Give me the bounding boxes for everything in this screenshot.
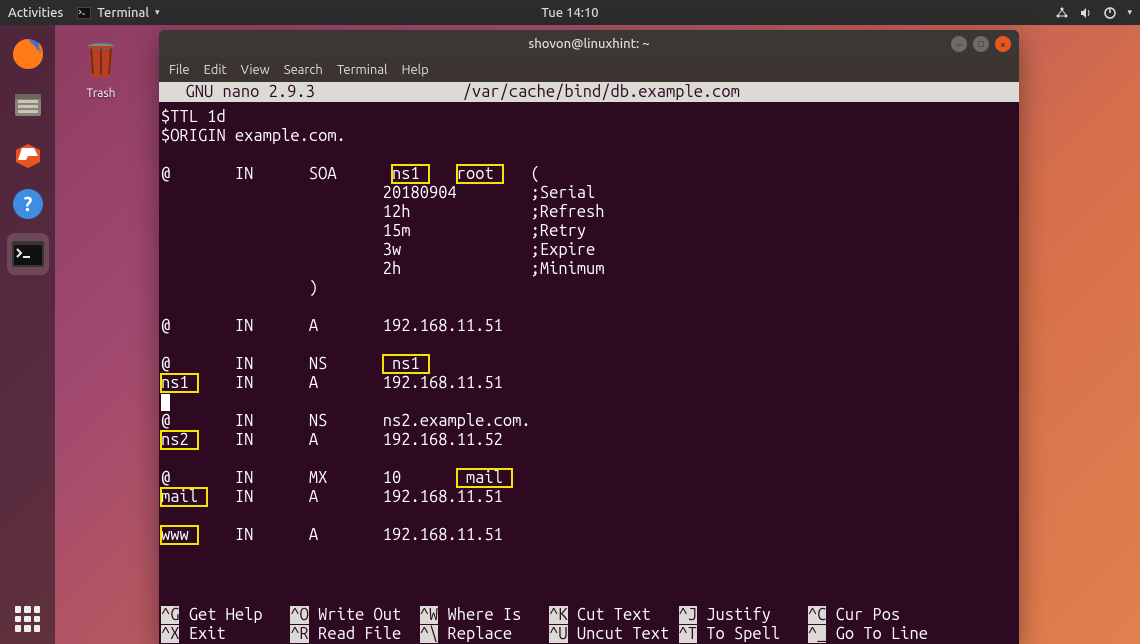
dock: ? xyxy=(0,25,55,644)
terminal-window: shovon@linuxhint: ~ – □ × File Edit View… xyxy=(159,30,1019,644)
chevron-down-icon: ▾ xyxy=(155,7,160,18)
clock[interactable]: Tue 14:10 xyxy=(541,6,598,20)
window-titlebar[interactable]: shovon@linuxhint: ~ – □ × xyxy=(159,30,1019,58)
menu-help[interactable]: Help xyxy=(401,63,428,77)
trash-label: Trash xyxy=(80,87,122,100)
activities-button[interactable]: Activities xyxy=(8,6,63,20)
svg-text:?: ? xyxy=(23,192,32,215)
window-title: shovon@linuxhint: ~ xyxy=(528,37,649,51)
network-icon[interactable] xyxy=(1055,6,1069,20)
close-button[interactable]: × xyxy=(995,36,1011,52)
nano-header: GNU nano 2.9.3 /var/cache/bind/db.exampl… xyxy=(159,82,1019,102)
firefox-icon xyxy=(10,36,46,72)
show-apps-button[interactable] xyxy=(15,606,41,632)
minimize-button[interactable]: – xyxy=(951,36,967,52)
terminal-icon xyxy=(10,239,46,269)
dock-files[interactable] xyxy=(7,83,49,125)
dock-software[interactable] xyxy=(7,133,49,175)
maximize-button[interactable]: □ xyxy=(973,36,989,52)
dock-help[interactable]: ? xyxy=(7,183,49,225)
desktop-trash[interactable]: Trash xyxy=(80,38,122,100)
app-menu[interactable]: Terminal ▾ xyxy=(77,6,159,20)
volume-icon[interactable] xyxy=(1079,6,1093,20)
files-icon xyxy=(10,86,46,122)
menu-edit[interactable]: Edit xyxy=(204,63,227,77)
nano-content: $TTL 1d$ORIGIN example.com. @ IN SOA ns1… xyxy=(159,102,1019,545)
terminal-body[interactable]: GNU nano 2.9.3 /var/cache/bind/db.exampl… xyxy=(159,82,1019,644)
chevron-down-icon: ▾ xyxy=(1127,7,1132,18)
menu-terminal[interactable]: Terminal xyxy=(337,63,388,77)
terminal-icon xyxy=(77,7,91,19)
top-panel: Activities Terminal ▾ Tue 14:10 ▾ xyxy=(0,0,1140,25)
menubar: File Edit View Search Terminal Help xyxy=(159,58,1019,82)
power-icon[interactable] xyxy=(1103,6,1117,20)
app-menu-label: Terminal xyxy=(97,6,149,20)
menu-file[interactable]: File xyxy=(169,63,190,77)
help-icon: ? xyxy=(10,186,46,222)
menu-search[interactable]: Search xyxy=(284,63,323,77)
trash-icon xyxy=(80,38,122,80)
dock-firefox[interactable] xyxy=(7,33,49,75)
dock-terminal[interactable] xyxy=(7,233,49,275)
menu-view[interactable]: View xyxy=(241,63,270,77)
nano-footer: ^G Get Help ^O Write Out ^W Where Is ^K … xyxy=(159,606,1019,644)
software-icon xyxy=(10,136,46,172)
